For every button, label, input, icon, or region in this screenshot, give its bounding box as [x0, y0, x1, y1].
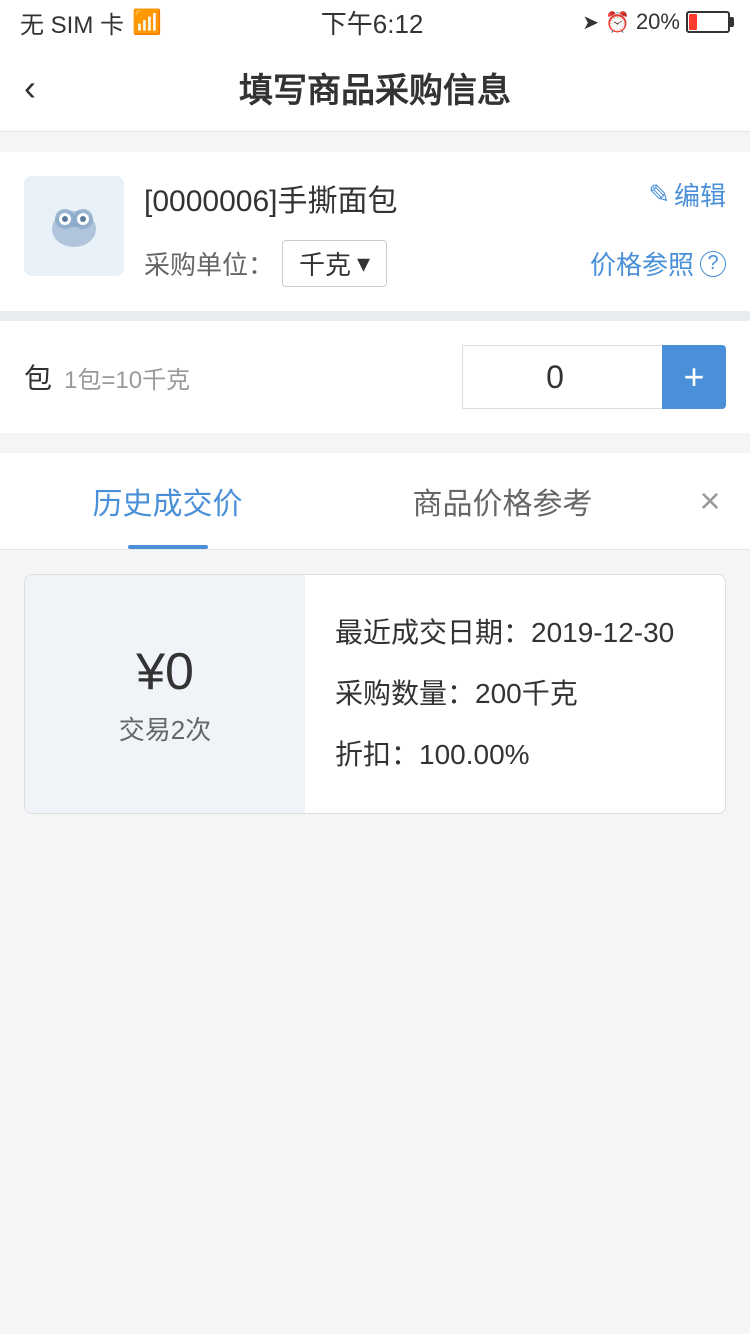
tab-price-ref-label: 商品价格参考 [413, 488, 593, 521]
product-unit-row: 采购单位： 千克 ▾ 价格参照 ? [144, 240, 726, 287]
unit-label-text: 采购单位： [144, 245, 274, 282]
alarm-icon: ⏰ [605, 10, 630, 35]
price-card: ¥0 交易2次 最近成交日期：2019-12-30 采购数量：200千克 折扣：… [24, 574, 726, 814]
status-left: 无 SIM 卡 📶 [20, 5, 162, 40]
quantity-label-area: 包 1包=10千克 [24, 357, 190, 397]
unit-badge: 包 [24, 357, 52, 397]
status-right: ➤ ⏰ 20% [582, 9, 730, 35]
product-info: [0000006]手撕面包 ✎ 编辑 采购单位： 千克 ▾ 价格参照 ? [144, 176, 726, 287]
wifi-icon: 📶 [132, 8, 162, 37]
date-label: 最近成交日期： [335, 617, 531, 648]
edit-icon: ✎ [648, 179, 670, 210]
carrier-label: 无 SIM 卡 [20, 5, 124, 40]
help-icon: ? [700, 251, 726, 277]
unit-select[interactable]: 千克 ▾ [282, 240, 387, 287]
unit-value: 千克 [299, 245, 351, 282]
price-ref-label: 价格参照 [590, 245, 694, 282]
section-divider [0, 311, 750, 321]
date-value: 2019-12-30 [531, 617, 674, 648]
product-name: [0000006]手撕面包 [144, 176, 397, 220]
price-card-right: 最近成交日期：2019-12-30 采购数量：200千克 折扣：100.00% [305, 575, 725, 813]
tab-bar: 历史成交价 商品价格参考 × [0, 453, 750, 550]
quantity-input-area: + [462, 345, 726, 409]
tab-close-button[interactable]: × [670, 460, 750, 542]
status-bar: 无 SIM 卡 📶 下午6:12 ➤ ⏰ 20% [0, 0, 750, 44]
page-title: 填写商品采购信息 [239, 63, 511, 112]
price-date-row: 最近成交日期：2019-12-30 [335, 611, 695, 656]
back-button[interactable]: ‹ [24, 67, 36, 109]
price-quantity-row: 采购数量：200千克 [335, 672, 695, 717]
quantity-plus-button[interactable]: + [662, 345, 726, 409]
edit-button[interactable]: ✎ 编辑 [648, 176, 726, 213]
product-card: [0000006]手撕面包 ✎ 编辑 采购单位： 千克 ▾ 价格参照 ? [0, 152, 750, 311]
edit-label: 编辑 [674, 176, 726, 213]
quantity-input[interactable] [462, 345, 662, 409]
quantity-value: 200千克 [475, 678, 578, 709]
product-logo-icon [39, 191, 109, 261]
discount-value: 100.00% [419, 739, 530, 770]
dropdown-icon: ▾ [357, 248, 370, 279]
price-times: 交易2次 [119, 710, 211, 747]
unit-hint: 1包=10千克 [64, 360, 190, 395]
quantity-label: 采购数量： [335, 678, 475, 709]
price-symbol: ¥ [136, 643, 165, 701]
product-image [24, 176, 124, 276]
tab-history-label: 历史成交价 [93, 488, 243, 521]
discount-label: 折扣： [335, 739, 419, 770]
status-time: 下午6:12 [321, 4, 424, 41]
product-header: [0000006]手撕面包 ✎ 编辑 [144, 176, 726, 220]
battery-icon [686, 11, 730, 33]
tab-history-price[interactable]: 历史成交价 [0, 453, 335, 549]
price-card-left: ¥0 交易2次 [25, 575, 305, 813]
unit-label: 采购单位： 千克 ▾ [144, 240, 387, 287]
price-discount-row: 折扣：100.00% [335, 733, 695, 778]
nav-bar: ‹ 填写商品采购信息 [0, 44, 750, 132]
battery-fill [689, 14, 697, 30]
price-display: ¥0 [136, 642, 194, 702]
location-icon: ➤ [582, 10, 599, 35]
price-amount: 0 [165, 643, 194, 701]
battery-percent: 20% [636, 9, 680, 35]
quantity-row: 包 1包=10千克 + [0, 321, 750, 433]
tab-price-ref[interactable]: 商品价格参考 [335, 453, 670, 549]
page-content: ¥0 交易2次 最近成交日期：2019-12-30 采购数量：200千克 折扣：… [0, 574, 750, 1174]
price-ref-button[interactable]: 价格参照 ? [590, 245, 726, 282]
